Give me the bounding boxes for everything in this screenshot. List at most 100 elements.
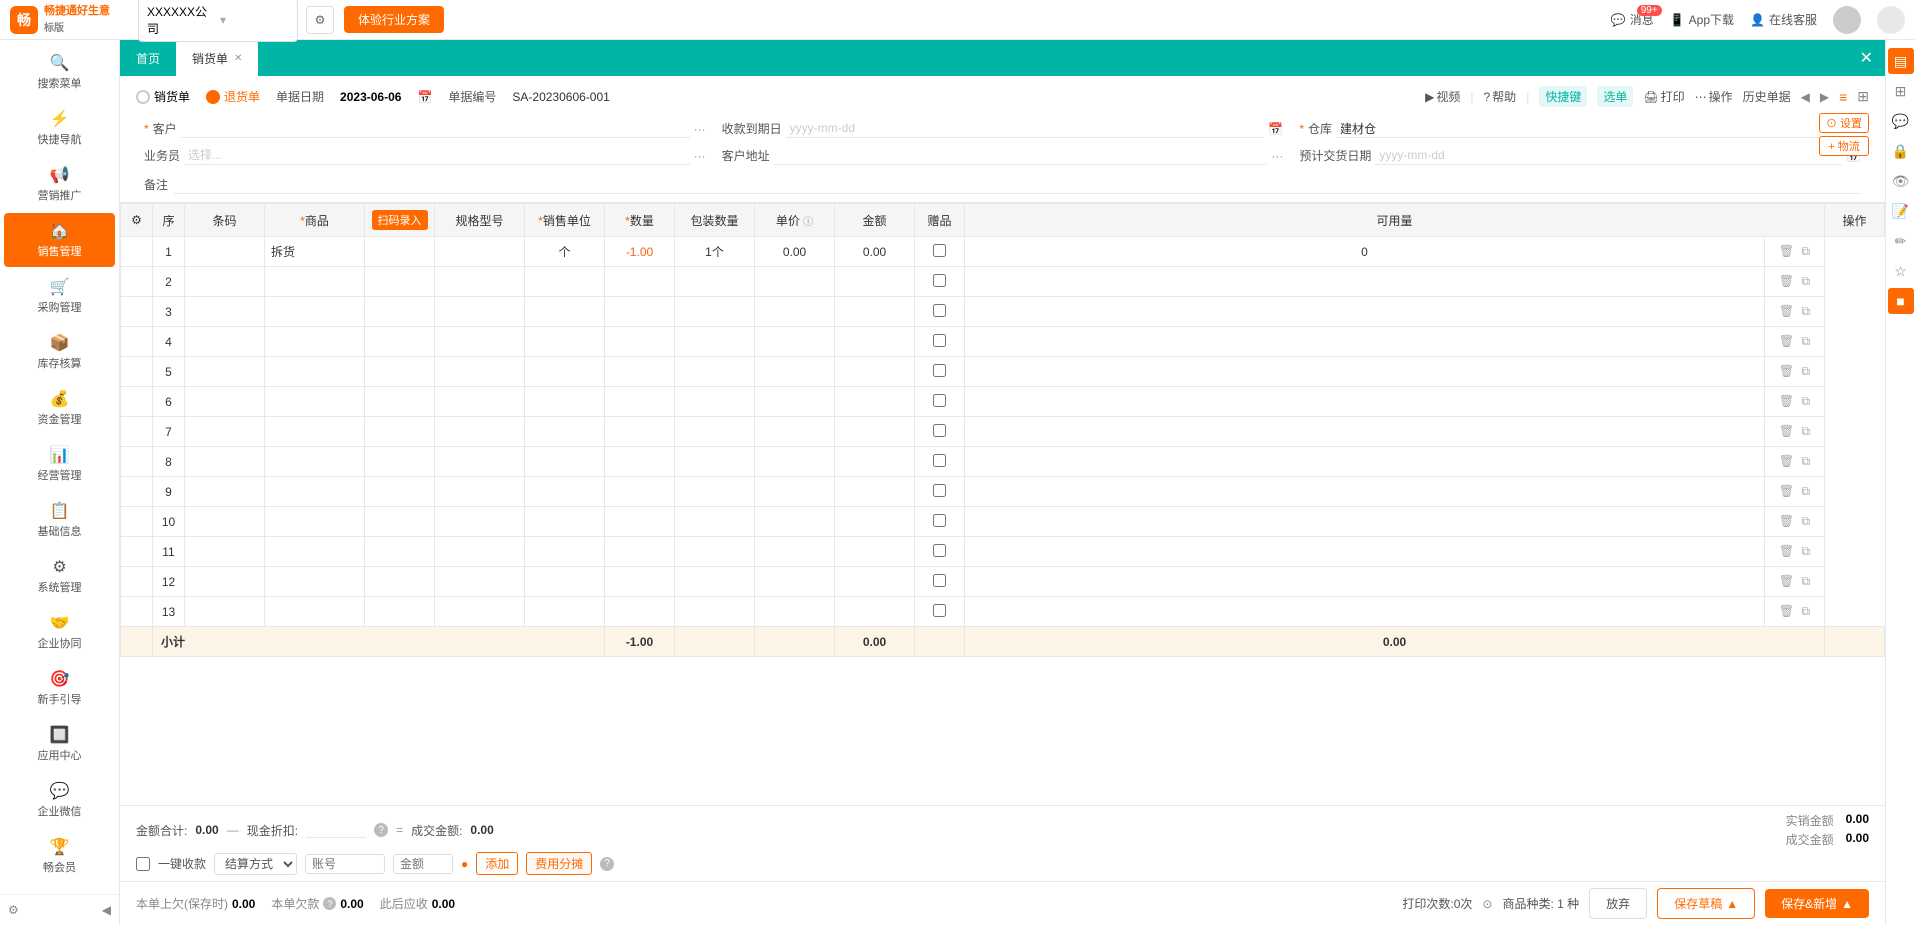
row-spec-11[interactable] (435, 567, 525, 597)
right-panel-layout2[interactable]: ⊞ (1888, 78, 1914, 104)
row-delete-icon-4[interactable]: 🗑 (1779, 364, 1794, 378)
row-copy-icon-1[interactable]: ⧉ (1801, 274, 1810, 288)
row-barcode-2[interactable] (185, 297, 265, 327)
row-pkg-5[interactable] (675, 387, 755, 417)
row-copy-icon-12[interactable]: ⧉ (1801, 604, 1810, 618)
col-scan-header[interactable]: 扫码录入 (365, 204, 435, 237)
row-delete-icon-10[interactable]: 🗑 (1779, 544, 1794, 558)
row-qty-7[interactable] (605, 447, 675, 477)
row-product-8[interactable] (265, 477, 365, 507)
settings-btn[interactable]: ⊙ 设置 (1819, 113, 1869, 133)
customer-expand-icon[interactable]: ··· (694, 122, 706, 136)
row-copy-icon-7[interactable]: ⧉ (1801, 454, 1810, 468)
radio-return[interactable]: 退货单 (206, 88, 260, 105)
row-pkg-2[interactable] (675, 297, 755, 327)
row-pkg-4[interactable] (675, 357, 755, 387)
right-panel-edit[interactable]: ✏ (1888, 228, 1914, 254)
row-pkg-10[interactable] (675, 537, 755, 567)
row-barcode-5[interactable] (185, 387, 265, 417)
row-delete-icon-9[interactable]: 🗑 (1779, 514, 1794, 528)
row-amount-1[interactable] (835, 267, 915, 297)
row-price-8[interactable] (755, 477, 835, 507)
row-qty-12[interactable] (605, 597, 675, 627)
row-copy-icon-10[interactable]: ⧉ (1801, 544, 1810, 558)
row-gift-1[interactable] (915, 267, 965, 297)
sidebar-item-search[interactable]: 🔍 搜索菜单 (4, 45, 115, 99)
warehouse-input[interactable] (1336, 119, 1845, 138)
row-gift-9[interactable] (915, 507, 965, 537)
customer-input[interactable] (181, 119, 690, 138)
row-unit-8[interactable] (525, 477, 605, 507)
sidebar-item-basic[interactable]: 📋 基础信息 (4, 493, 115, 547)
row-qty-1[interactable] (605, 267, 675, 297)
right-panel-orange[interactable]: ■ (1888, 288, 1914, 314)
row-price-12[interactable] (755, 597, 835, 627)
amount-input[interactable] (393, 854, 453, 874)
row-amount-3[interactable] (835, 327, 915, 357)
row-price-2[interactable] (755, 297, 835, 327)
avatar[interactable] (1833, 6, 1861, 34)
row-barcode-9[interactable] (185, 507, 265, 537)
sidebar-item-member[interactable]: 🏆 畅会员 (4, 829, 115, 883)
row-barcode-4[interactable] (185, 357, 265, 387)
row-amount-0[interactable]: 0.00 (835, 237, 915, 267)
row-copy-icon-8[interactable]: ⧉ (1801, 484, 1810, 498)
layout-list-icon[interactable]: ≡ (1839, 89, 1847, 105)
row-copy-icon-3[interactable]: ⧉ (1801, 334, 1810, 348)
row-unit-5[interactable] (525, 387, 605, 417)
row-barcode-1[interactable] (185, 267, 265, 297)
sidebar-item-wechat[interactable]: 💬 企业微信 (4, 773, 115, 827)
row-barcode-10[interactable] (185, 537, 265, 567)
row-product-12[interactable] (265, 597, 365, 627)
row-product-5[interactable] (265, 387, 365, 417)
row-copy-icon-6[interactable]: ⧉ (1801, 424, 1810, 438)
col-settings-header[interactable]: ⚙ (121, 204, 153, 237)
row-spec-4[interactable] (435, 357, 525, 387)
row-unit-10[interactable] (525, 537, 605, 567)
row-gift-8[interactable] (915, 477, 965, 507)
row-amount-10[interactable] (835, 537, 915, 567)
row-spec-5[interactable] (435, 387, 525, 417)
row-product-3[interactable] (265, 327, 365, 357)
row-qty-8[interactable] (605, 477, 675, 507)
row-delete-icon-1[interactable]: 🗑 (1779, 274, 1794, 288)
trial-btn[interactable]: 体验行业方案 (344, 6, 444, 33)
row-spec-9[interactable] (435, 507, 525, 537)
row-amount-7[interactable] (835, 447, 915, 477)
expected-date-input[interactable] (1375, 146, 1842, 165)
row-qty-4[interactable] (605, 357, 675, 387)
settle-method-select[interactable]: 结算方式 (214, 853, 297, 875)
row-delete-icon-7[interactable]: 🗑 (1779, 454, 1794, 468)
due-date-calendar-icon[interactable]: 📅 (1268, 122, 1283, 136)
discard-btn[interactable]: 放弃 (1589, 888, 1647, 919)
actions-btn[interactable]: ⋯ 操作 (1695, 88, 1733, 105)
row-qty-2[interactable] (605, 297, 675, 327)
row-spec-12[interactable] (435, 597, 525, 627)
scan-btn[interactable]: 扫码录入 (372, 210, 428, 230)
sidebar-item-operations[interactable]: 📊 经营管理 (4, 437, 115, 491)
row-spec-0[interactable] (435, 237, 525, 267)
row-delete-icon-12[interactable]: 🗑 (1779, 604, 1794, 618)
right-panel-lock[interactable]: 🔒 (1888, 138, 1914, 164)
sidebar-item-marketing[interactable]: 📢 营销推广 (4, 157, 115, 211)
row-product-11[interactable] (265, 567, 365, 597)
row-price-0[interactable]: 0.00 (755, 237, 835, 267)
right-panel-note[interactable]: 📝 (1888, 198, 1914, 224)
row-price-10[interactable] (755, 537, 835, 567)
row-qty-6[interactable] (605, 417, 675, 447)
discount-input[interactable] (306, 823, 366, 838)
row-unit-6[interactable] (525, 417, 605, 447)
history-btn[interactable]: 历史单据 (1743, 88, 1791, 105)
sidebar-item-inventory[interactable]: 📦 库存核算 (4, 325, 115, 379)
row-gift-7[interactable] (915, 447, 965, 477)
customer-addr-input[interactable] (774, 146, 1268, 165)
company-selector[interactable]: XXXXXX公司 ▾ (138, 0, 298, 42)
help-btn[interactable]: ? 帮助 (1483, 88, 1516, 105)
row-gift-3[interactable] (915, 327, 965, 357)
row-unit-11[interactable] (525, 567, 605, 597)
row-copy-icon-11[interactable]: ⧉ (1801, 574, 1810, 588)
row-price-6[interactable] (755, 417, 835, 447)
avatar2[interactable] (1877, 6, 1905, 34)
row-price-5[interactable] (755, 387, 835, 417)
row-copy-icon-9[interactable]: ⧉ (1801, 514, 1810, 528)
